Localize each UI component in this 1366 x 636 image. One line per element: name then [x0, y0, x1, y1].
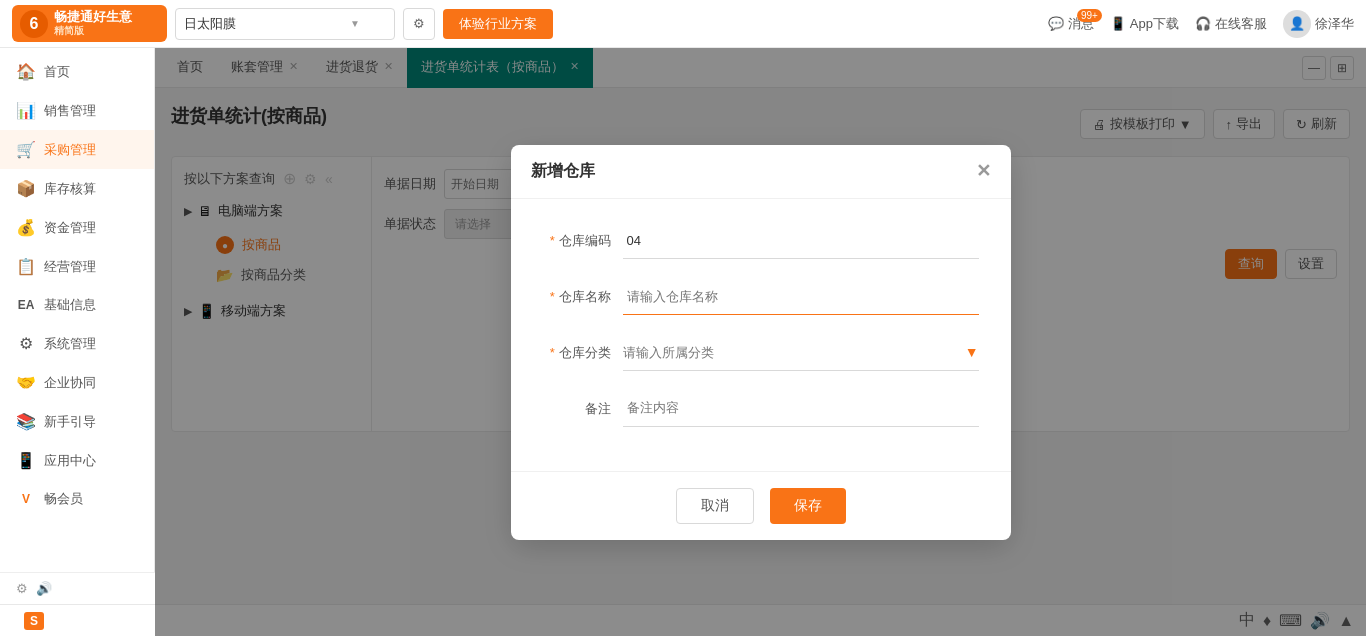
category-label: 仓库分类	[543, 344, 623, 362]
remark-input[interactable]	[623, 391, 979, 427]
user-item[interactable]: 👤 徐泽华	[1283, 10, 1354, 38]
inventory-icon: 📦	[16, 179, 36, 198]
sidebar-item-business[interactable]: 📋 经营管理	[0, 247, 154, 286]
top-nav: 6 畅捷通好生意 精简版 ▼ ⚙ 体验行业方案 💬 消息 99+ 📱 App下载…	[0, 0, 1366, 48]
add-warehouse-modal: 新增仓库 ✕ 仓库编码 仓库名称 仓库分类	[511, 145, 1011, 540]
purchase-icon: 🛒	[16, 140, 36, 159]
sidebar-item-guide[interactable]: 📚 新手引导	[0, 402, 154, 441]
message-item[interactable]: 💬 消息 99+	[1048, 15, 1094, 33]
main-layout: 🏠 首页 📊 销售管理 🛒 采购管理 📦 库存核算 💰 资金管理 📋 经营管理 …	[0, 48, 1366, 636]
logo-icon: 6	[20, 10, 48, 38]
search-arrow-icon: ▼	[350, 18, 360, 29]
guide-icon: 📚	[16, 412, 36, 431]
category-select-wrap[interactable]: ▼	[623, 335, 979, 371]
app-subtitle: 精简版	[54, 24, 132, 38]
modal-header: 新增仓库 ✕	[511, 145, 1011, 199]
sidebar-item-basic-info[interactable]: EA 基础信息	[0, 286, 154, 324]
app-center-icon: 📱	[16, 451, 36, 470]
sidebar-label-home: 首页	[44, 63, 70, 81]
logo-area: 6 畅捷通好生意 精简版	[12, 5, 167, 43]
bottom-logo-s: S	[24, 612, 44, 630]
sidebar-label-vip: 畅会员	[44, 490, 83, 508]
sidebar-label-basic-info: 基础信息	[44, 296, 96, 314]
vip-icon: V	[16, 492, 36, 506]
finance-icon: 💰	[16, 218, 36, 237]
modal-close-btn[interactable]: ✕	[976, 162, 991, 180]
basic-info-icon: EA	[16, 298, 36, 312]
form-row-category: 仓库分类 ▼	[543, 335, 979, 371]
sidebar-item-cooperation[interactable]: 🤝 企业协同	[0, 363, 154, 402]
sales-icon: 📊	[16, 101, 36, 120]
sidebar-item-finance[interactable]: 💰 资金管理	[0, 208, 154, 247]
home-icon: 🏠	[16, 62, 36, 81]
bottom-left: S	[24, 612, 44, 630]
sidebar-label-system: 系统管理	[44, 335, 96, 353]
sidebar-item-system[interactable]: ⚙ 系统管理	[0, 324, 154, 363]
modal-title: 新增仓库	[531, 161, 595, 182]
remark-label: 备注	[543, 400, 623, 418]
name-label: 仓库名称	[543, 288, 623, 306]
sidebar-label-finance: 资金管理	[44, 219, 96, 237]
category-input[interactable]	[623, 345, 965, 360]
system-icon: ⚙	[16, 334, 36, 353]
message-badge: 99+	[1077, 9, 1102, 22]
online-service-label: 在线客服	[1215, 15, 1267, 33]
top-right-area: 💬 消息 99+ 📱 App下载 🎧 在线客服 👤 徐泽华	[1048, 10, 1354, 38]
name-input[interactable]	[623, 279, 979, 315]
sidebar-item-inventory[interactable]: 📦 库存核算	[0, 169, 154, 208]
online-service-item[interactable]: 🎧 在线客服	[1195, 15, 1267, 33]
code-input[interactable]	[623, 223, 979, 259]
app-download-label: App下载	[1130, 15, 1179, 33]
sidebar-bottom: ⚙ 🔊	[0, 572, 155, 604]
gear-icon: ⚙	[413, 16, 425, 31]
sidebar-label-business: 经营管理	[44, 258, 96, 276]
code-label: 仓库编码	[543, 232, 623, 250]
business-icon: 📋	[16, 257, 36, 276]
cooperation-icon: 🤝	[16, 373, 36, 392]
app-download-item[interactable]: 📱 App下载	[1110, 15, 1179, 33]
modal-body: 仓库编码 仓库名称 仓库分类 ▼	[511, 199, 1011, 471]
speaker-bottom-icon[interactable]: 🔊	[36, 581, 52, 596]
nav-gear-button[interactable]: ⚙	[403, 8, 435, 40]
sidebar-item-vip[interactable]: V 畅会员	[0, 480, 154, 518]
form-row-name: 仓库名称	[543, 279, 979, 315]
modal-footer: 取消 保存	[511, 471, 1011, 540]
form-row-remark: 备注	[543, 391, 979, 427]
store-input[interactable]	[184, 16, 344, 31]
content-area: 首页 账套管理 ✕ 进货退货 ✕ 进货单统计表（按商品） ✕ — ⊞	[155, 48, 1366, 636]
sidebar-item-app-center[interactable]: 📱 应用中心	[0, 441, 154, 480]
cancel-button[interactable]: 取消	[676, 488, 754, 524]
category-dropdown-icon: ▼	[965, 344, 979, 360]
save-button[interactable]: 保存	[770, 488, 846, 524]
trial-button[interactable]: 体验行业方案	[443, 9, 553, 39]
headset-icon: 🎧	[1195, 16, 1211, 31]
store-search[interactable]: ▼	[175, 8, 395, 40]
sidebar-item-sales[interactable]: 📊 销售管理	[0, 91, 154, 130]
sidebar-label-guide: 新手引导	[44, 413, 96, 431]
modal-overlay: 新增仓库 ✕ 仓库编码 仓库名称 仓库分类	[155, 48, 1366, 636]
sidebar-label-purchase: 采购管理	[44, 141, 96, 159]
sidebar-label-cooperation: 企业协同	[44, 374, 96, 392]
form-row-code: 仓库编码	[543, 223, 979, 259]
sidebar: 🏠 首页 📊 销售管理 🛒 采购管理 📦 库存核算 💰 资金管理 📋 经营管理 …	[0, 48, 155, 636]
sidebar-label-sales: 销售管理	[44, 102, 96, 120]
sidebar-label-inventory: 库存核算	[44, 180, 96, 198]
settings-bottom-icon[interactable]: ⚙	[16, 581, 28, 596]
mobile-icon: 📱	[1110, 16, 1126, 31]
app-title: 畅捷通好生意	[54, 9, 132, 25]
sidebar-item-purchase[interactable]: 🛒 采购管理	[0, 130, 154, 169]
user-name: 徐泽华	[1315, 15, 1354, 33]
user-avatar: 👤	[1283, 10, 1311, 38]
message-icon: 💬	[1048, 16, 1064, 31]
sidebar-item-home[interactable]: 🏠 首页	[0, 52, 154, 91]
sidebar-label-app-center: 应用中心	[44, 452, 96, 470]
